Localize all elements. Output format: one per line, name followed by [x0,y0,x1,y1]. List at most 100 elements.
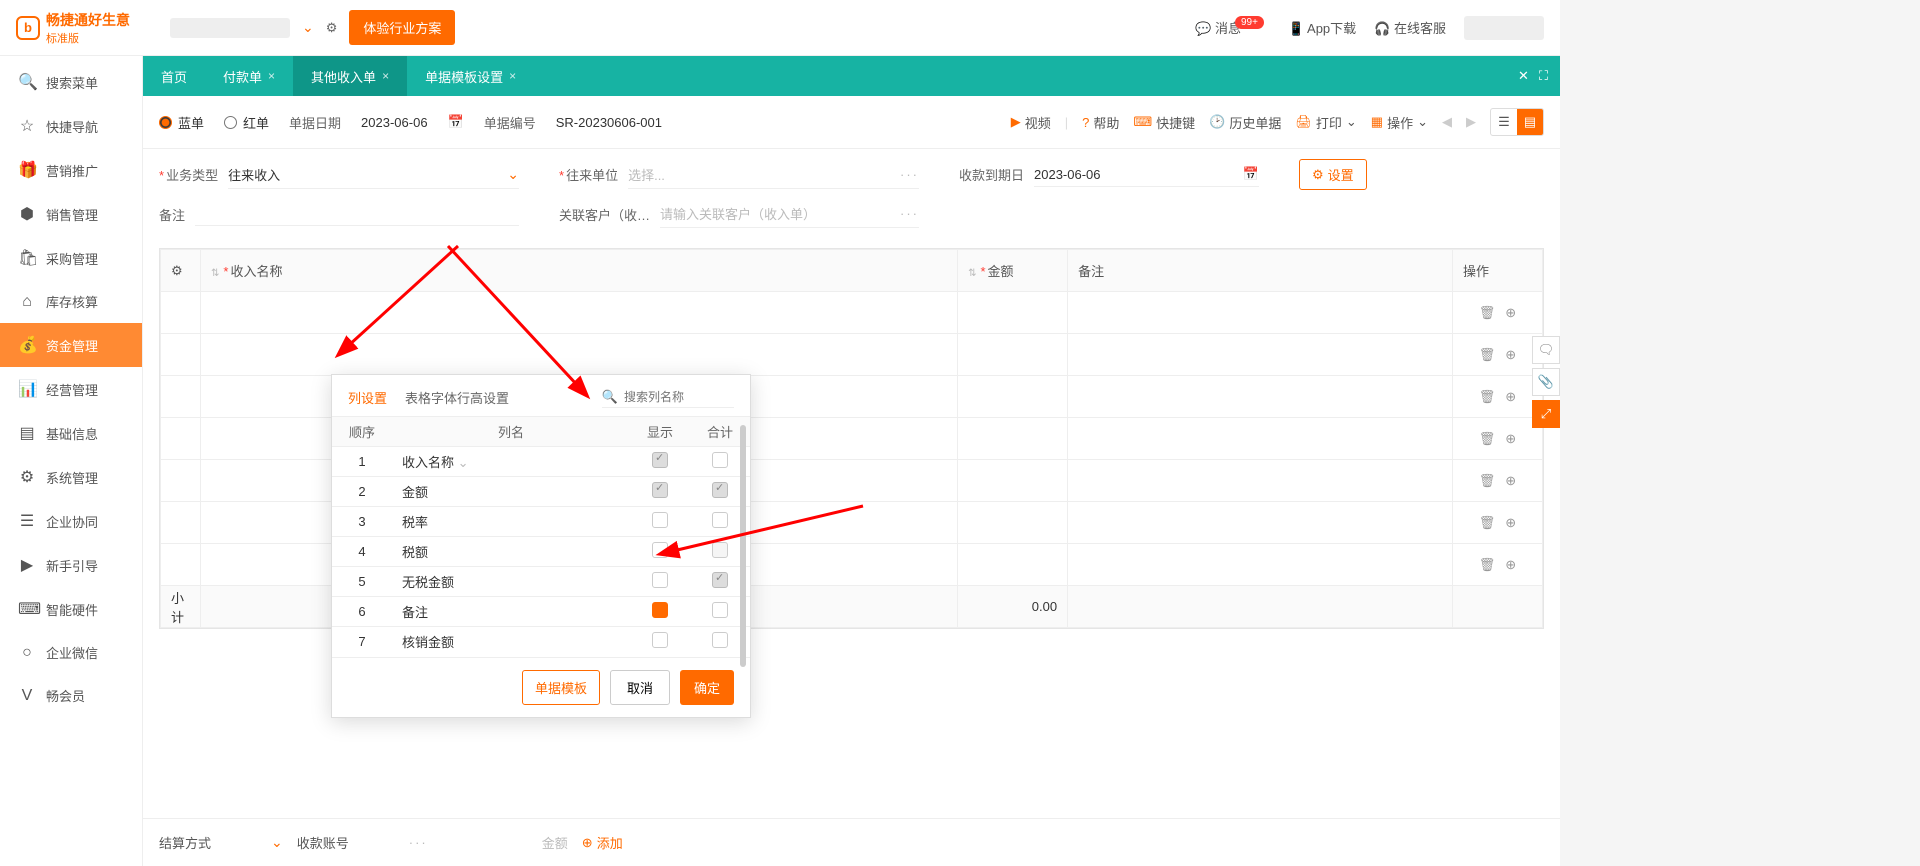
sidebar-item[interactable]: 🎁营销推广 [0,148,142,192]
delete-icon[interactable]: 🗑 [1479,431,1496,447]
app-download-link[interactable]: 📱 App下载 [1288,18,1356,37]
radio-blue[interactable]: 蓝单 [159,113,204,132]
template-button[interactable]: 单据模板 [522,670,600,705]
popup-row[interactable]: 5无税金额 [332,567,750,597]
popup-row[interactable]: 1收入名称 ⌄ [332,447,750,477]
checkbox-icon[interactable] [712,632,728,648]
th-income[interactable]: 收入名称 [230,264,282,279]
popup-tab-font[interactable]: 表格字体行高设置 [405,388,509,407]
party-select[interactable]: 选择...··· [628,161,919,189]
popup-row[interactable]: 3税率 [332,507,750,537]
add-row-icon[interactable]: ⊕ [1505,557,1516,573]
trial-button[interactable]: 体验行业方案 [349,10,455,45]
th-amount[interactable]: 金额 [988,264,1014,279]
prev-icon[interactable]: ◀ [1442,114,1452,130]
popup-row[interactable]: 4税额 [332,537,750,567]
settings-button[interactable]: ⚙设置 [1299,159,1367,190]
checkbox-icon[interactable] [652,572,668,588]
sidebar-item[interactable]: ⬢销售管理 [0,192,142,236]
due-date-input[interactable]: 2023-06-06📅 [1034,162,1259,187]
date-value[interactable]: 2023-06-06 [361,115,428,130]
popup-row[interactable]: 6备注 [332,597,750,627]
float-note-icon[interactable]: 🗨 [1532,336,1560,364]
service-link[interactable]: 🎧 在线客服 [1374,18,1446,37]
next-icon[interactable]: ▶ [1466,114,1476,130]
checkbox-icon[interactable] [652,512,668,528]
sidebar-item[interactable]: ⌨智能硬件 [0,587,142,631]
shortcut-link[interactable]: ⌨快捷键 [1133,113,1195,132]
th-remark[interactable]: 备注 [1078,264,1104,279]
message-link[interactable]: 💬 消息99+ [1195,18,1270,37]
sidebar-item[interactable]: ▶新手引导 [0,543,142,587]
add-row-icon[interactable]: ⊕ [1505,347,1516,363]
float-attach-icon[interactable]: 📎 [1532,368,1560,396]
radio-red[interactable]: 红单 [224,113,269,132]
cog-icon[interactable]: ⚙ [171,263,183,278]
calendar-icon[interactable]: 📅 [448,114,464,130]
sidebar-item[interactable]: V畅会员 [0,674,142,717]
chevron-down-icon[interactable]: ⌄ [458,455,469,470]
scrollbar[interactable] [740,425,746,667]
checkbox-checked-icon[interactable] [652,482,668,498]
gear-icon[interactable]: ⚙ [326,20,338,36]
table-row[interactable]: 🗑⊕ [161,334,1543,376]
checkbox-icon[interactable] [712,512,728,528]
remark-input[interactable] [195,202,519,226]
tab[interactable]: 单据模板设置× [407,56,534,96]
tab[interactable]: 付款单× [205,56,293,96]
add-row-icon[interactable]: ⊕ [1505,389,1516,405]
sidebar-item[interactable]: 🔍搜索菜单 [0,60,142,104]
popup-search-input[interactable] [624,390,734,404]
sidebar-item[interactable]: ⚙系统管理 [0,455,142,499]
checkbox-icon[interactable] [652,542,668,558]
biz-type-select[interactable]: 往来收入⌄ [228,161,519,189]
checkbox-icon[interactable] [712,452,728,468]
delete-icon[interactable]: 🗑 [1479,557,1496,573]
chevron-down-icon[interactable]: ⌄ [302,19,314,36]
tab[interactable]: 其他收入单× [293,56,407,96]
tab-close-icon[interactable]: × [509,69,516,83]
tab[interactable]: 首页 [143,56,205,96]
tab-close-icon[interactable]: × [268,69,275,83]
ops-link[interactable]: ▦操作 ⌄ [1371,113,1428,132]
sidebar-item[interactable]: ☰企业协同 [0,499,142,543]
table-row[interactable]: 🗑⊕ [161,292,1543,334]
avatar[interactable] [1464,16,1544,40]
print-link[interactable]: 🖨打印 ⌄ [1295,113,1356,132]
checkbox-checked-icon[interactable] [652,602,668,618]
history-link[interactable]: 🕑历史单据 [1209,113,1281,132]
tab-expand-icon[interactable]: ⛶ [1539,68,1548,84]
sidebar-item[interactable]: ○企业微信 [0,631,142,674]
popup-row[interactable]: 7核销金额 [332,627,750,657]
tab-close-icon[interactable]: ✕ [1518,68,1529,84]
checkbox-checked-icon[interactable] [712,482,728,498]
sidebar-item[interactable]: 📊经营管理 [0,367,142,411]
cancel-button[interactable]: 取消 [610,670,670,705]
float-expand-icon[interactable]: ⤢ [1532,400,1560,428]
delete-icon[interactable]: 🗑 [1479,473,1496,489]
settle-method[interactable]: 结算方式⌄ [159,833,283,852]
add-button[interactable]: ⊕添加 [582,833,623,852]
layout-toggle[interactable]: ☰ ▤ [1490,108,1544,136]
sidebar-item[interactable]: ☆快捷导航 [0,104,142,148]
account-select[interactable]: 收款账号··· [297,833,428,852]
link-input[interactable]: 请输入关联客户（收入单）··· [660,200,919,228]
popup-row[interactable]: 2金额 [332,477,750,507]
layout-list-icon[interactable]: ☰ [1491,109,1517,135]
popup-tab-columns[interactable]: 列设置 [348,388,387,407]
delete-icon[interactable]: 🗑 [1479,347,1496,363]
add-row-icon[interactable]: ⊕ [1505,431,1516,447]
ok-button[interactable]: 确定 [680,670,734,705]
checkbox-checked-icon[interactable] [652,452,668,468]
sidebar-item[interactable]: ⌂库存核算 [0,280,142,323]
sidebar-item[interactable]: 🛍采购管理 [0,236,142,280]
layout-card-icon[interactable]: ▤ [1517,109,1543,135]
checkbox-icon[interactable] [712,602,728,618]
tab-close-icon[interactable]: × [382,69,389,83]
sidebar-item[interactable]: 💰资金管理 [0,323,142,367]
add-row-icon[interactable]: ⊕ [1505,473,1516,489]
video-link[interactable]: ▶视频 [1011,113,1051,132]
help-link[interactable]: ?帮助 [1082,113,1119,132]
add-row-icon[interactable]: ⊕ [1505,515,1516,531]
delete-icon[interactable]: 🗑 [1479,305,1496,321]
